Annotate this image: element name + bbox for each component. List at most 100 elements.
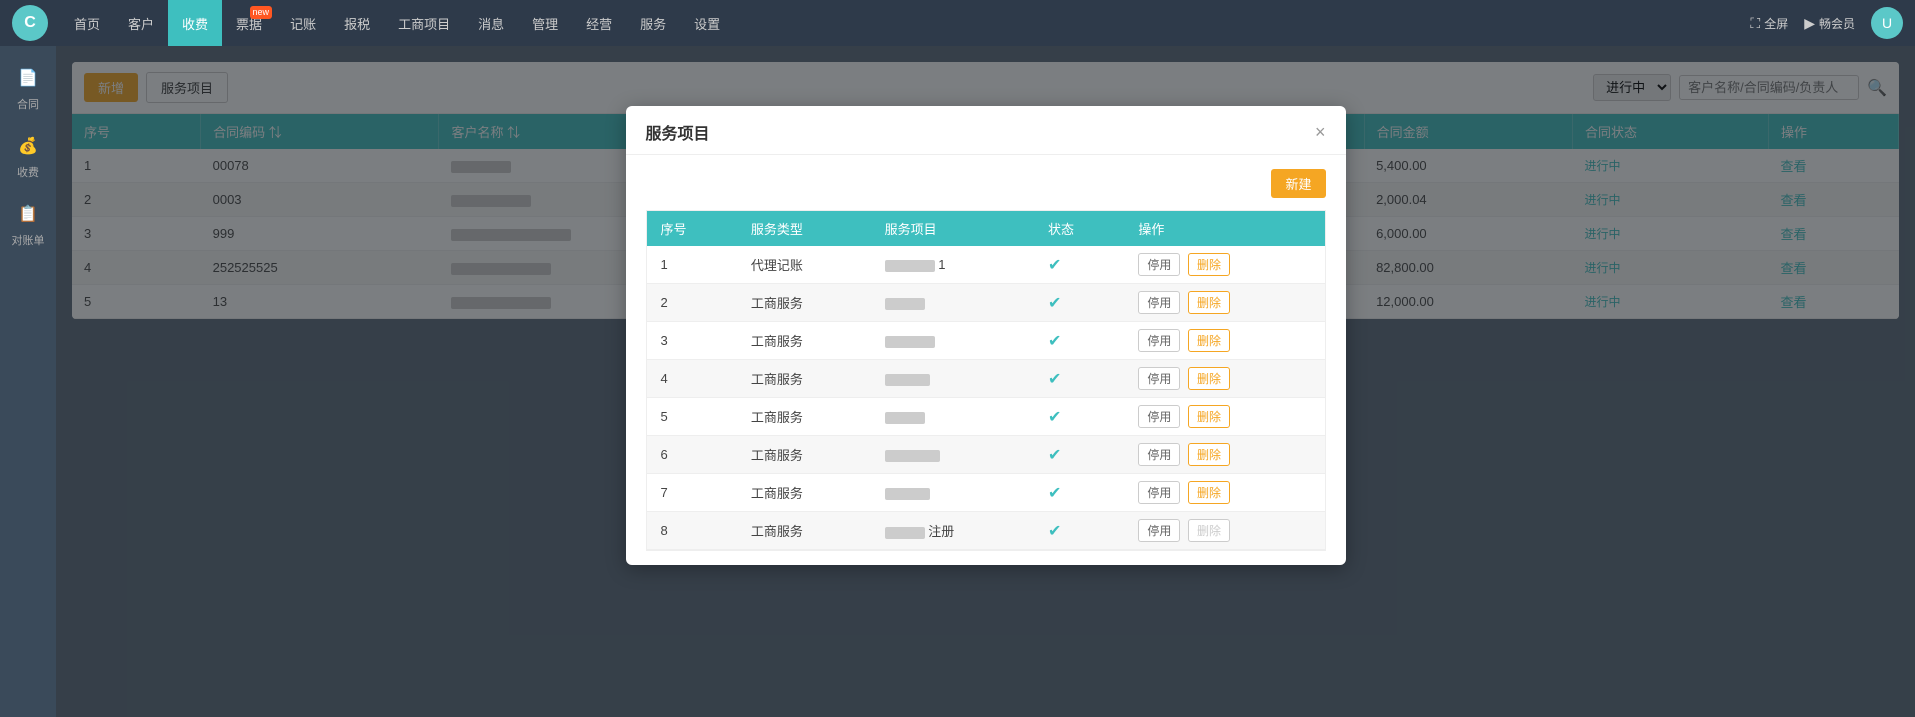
- modal-cell-item: ██████: [871, 398, 1034, 436]
- modal-new-button[interactable]: 新建: [1271, 169, 1325, 198]
- status-check-icon: ✔: [1048, 333, 1061, 350]
- modal-cell-seq: 4: [647, 360, 737, 398]
- modal-cell-type: 工商服务: [737, 360, 871, 398]
- modal-cell-status: ✔: [1034, 474, 1124, 512]
- fullscreen-button[interactable]: ⛶ 全屏: [1750, 15, 1788, 32]
- nav-message[interactable]: 消息: [464, 0, 518, 46]
- modal-close-button[interactable]: ×: [1315, 123, 1326, 141]
- modal-th-item: 服务项目: [871, 211, 1034, 246]
- modal-cell-type: 代理记账: [737, 246, 871, 284]
- modal-cell-action: 停用 删除: [1124, 398, 1324, 436]
- status-check-icon: ✔: [1048, 447, 1061, 464]
- modal-th-seq: 序号: [647, 211, 737, 246]
- delete-button[interactable]: 删除: [1188, 367, 1230, 390]
- modal-data-table: 序号 服务类型 服务项目 状态 操作 1 代理记账 ██ 1 ✔ 停用: [647, 211, 1325, 550]
- modal-cell-status: ✔: [1034, 246, 1124, 284]
- nav-bookkeeping[interactable]: 记账: [276, 0, 330, 46]
- nav-charge[interactable]: 收费: [168, 0, 222, 46]
- modal-cell-item: ██ 注册: [871, 512, 1034, 550]
- status-check-icon: ✔: [1048, 409, 1061, 426]
- nav-tax[interactable]: 报税: [330, 0, 384, 46]
- modal-overlay: 服务项目 × 新建 序号 服务类型 服务项目: [56, 46, 1915, 717]
- delete-button[interactable]: 删除: [1188, 481, 1230, 504]
- member-button[interactable]: ▶ 畅会员: [1804, 15, 1855, 32]
- modal-toolbar: 新建: [646, 169, 1326, 198]
- delete-button[interactable]: 删除: [1188, 291, 1230, 314]
- modal-cell-seq: 2: [647, 284, 737, 322]
- nav-service[interactable]: 服务: [626, 0, 680, 46]
- modal-cell-action: 停用 删除: [1124, 284, 1324, 322]
- modal-header-row: 序号 服务类型 服务项目 状态 操作: [647, 211, 1325, 246]
- stop-button[interactable]: 停用: [1138, 329, 1180, 352]
- modal-table-row: 3 工商服务 ██████ ✔ 停用 删除: [647, 322, 1325, 360]
- stop-button[interactable]: 停用: [1138, 519, 1180, 542]
- modal-table-row: 7 工商服务 ██████ ✔ 停用 删除: [647, 474, 1325, 512]
- modal-cell-item: ██ 1: [871, 246, 1034, 284]
- nav-home[interactable]: 首页: [60, 0, 114, 46]
- modal-cell-item: ██████: [871, 474, 1034, 512]
- modal-cell-action: 停用 删除: [1124, 474, 1324, 512]
- modal-cell-seq: 5: [647, 398, 737, 436]
- charge-icon: 💰: [14, 132, 42, 160]
- modal-cell-seq: 1: [647, 246, 737, 284]
- modal-cell-action: 停用 删除: [1124, 436, 1324, 474]
- delete-button[interactable]: 删除: [1188, 443, 1230, 466]
- nav-manage[interactable]: 管理: [518, 0, 572, 46]
- modal-cell-type: 工商服务: [737, 436, 871, 474]
- statement-icon: 📋: [14, 200, 42, 228]
- modal-cell-seq: 6: [647, 436, 737, 474]
- modal-cell-type: 工商服务: [737, 474, 871, 512]
- contract-icon: 📄: [14, 64, 42, 92]
- status-check-icon: ✔: [1048, 485, 1061, 502]
- modal-cell-item: ██████: [871, 284, 1034, 322]
- modal-cell-item: ██████: [871, 436, 1034, 474]
- modal-th-status: 状态: [1034, 211, 1124, 246]
- service-modal: 服务项目 × 新建 序号 服务类型 服务项目: [626, 106, 1346, 565]
- modal-table-row: 6 工商服务 ██████ ✔ 停用 删除: [647, 436, 1325, 474]
- content-area: 新增 服务项目 进行中 已完成 全部 🔍 序号 合同编码: [56, 46, 1915, 717]
- modal-cell-status: ✔: [1034, 512, 1124, 550]
- sidebar-item-statement[interactable]: 📋 对账单: [3, 192, 53, 256]
- stop-button[interactable]: 停用: [1138, 481, 1180, 504]
- modal-th-action: 操作: [1124, 211, 1324, 246]
- modal-cell-action: 停用 删除: [1124, 322, 1324, 360]
- modal-cell-seq: 8: [647, 512, 737, 550]
- app-logo: C: [12, 5, 48, 41]
- nav-settings[interactable]: 设置: [680, 0, 734, 46]
- modal-cell-type: 工商服务: [737, 512, 871, 550]
- stop-button[interactable]: 停用: [1138, 367, 1180, 390]
- modal-cell-item: ██████: [871, 322, 1034, 360]
- delete-button[interactable]: 删除: [1188, 519, 1230, 542]
- status-check-icon: ✔: [1048, 523, 1061, 540]
- nav-invoice[interactable]: 票据 new: [222, 0, 276, 46]
- stop-button[interactable]: 停用: [1138, 443, 1180, 466]
- modal-cell-status: ✔: [1034, 322, 1124, 360]
- badge-new: new: [250, 6, 273, 19]
- modal-table-wrap[interactable]: 序号 服务类型 服务项目 状态 操作 1 代理记账 ██ 1 ✔ 停用: [646, 210, 1326, 551]
- modal-table-row: 5 工商服务 ██████ ✔ 停用 删除: [647, 398, 1325, 436]
- modal-th-type: 服务类型: [737, 211, 871, 246]
- delete-button[interactable]: 删除: [1188, 405, 1230, 428]
- stop-button[interactable]: 停用: [1138, 253, 1180, 276]
- nav-customer[interactable]: 客户: [114, 0, 168, 46]
- stop-button[interactable]: 停用: [1138, 291, 1180, 314]
- nav-business[interactable]: 工商项目: [384, 0, 464, 46]
- left-sidebar: 📄 合同 💰 收费 📋 对账单: [0, 46, 56, 717]
- modal-cell-type: 工商服务: [737, 284, 871, 322]
- delete-button[interactable]: 删除: [1188, 329, 1230, 352]
- modal-body: 新建 序号 服务类型 服务项目 状态 操作: [626, 155, 1346, 565]
- nav-right: ⛶ 全屏 ▶ 畅会员 U: [1750, 7, 1903, 39]
- sidebar-item-contract[interactable]: 📄 合同: [3, 56, 53, 120]
- delete-button[interactable]: 删除: [1188, 253, 1230, 276]
- avatar[interactable]: U: [1871, 7, 1903, 39]
- modal-cell-status: ✔: [1034, 360, 1124, 398]
- modal-cell-status: ✔: [1034, 284, 1124, 322]
- modal-table-row: 1 代理记账 ██ 1 ✔ 停用 删除: [647, 246, 1325, 284]
- modal-cell-seq: 7: [647, 474, 737, 512]
- modal-cell-type: 工商服务: [737, 322, 871, 360]
- modal-cell-action: 停用 删除: [1124, 512, 1324, 550]
- stop-button[interactable]: 停用: [1138, 405, 1180, 428]
- modal-table-row: 8 工商服务 ██ 注册 ✔ 停用 删除: [647, 512, 1325, 550]
- sidebar-item-charge[interactable]: 💰 收费: [3, 124, 53, 188]
- nav-operation[interactable]: 经营: [572, 0, 626, 46]
